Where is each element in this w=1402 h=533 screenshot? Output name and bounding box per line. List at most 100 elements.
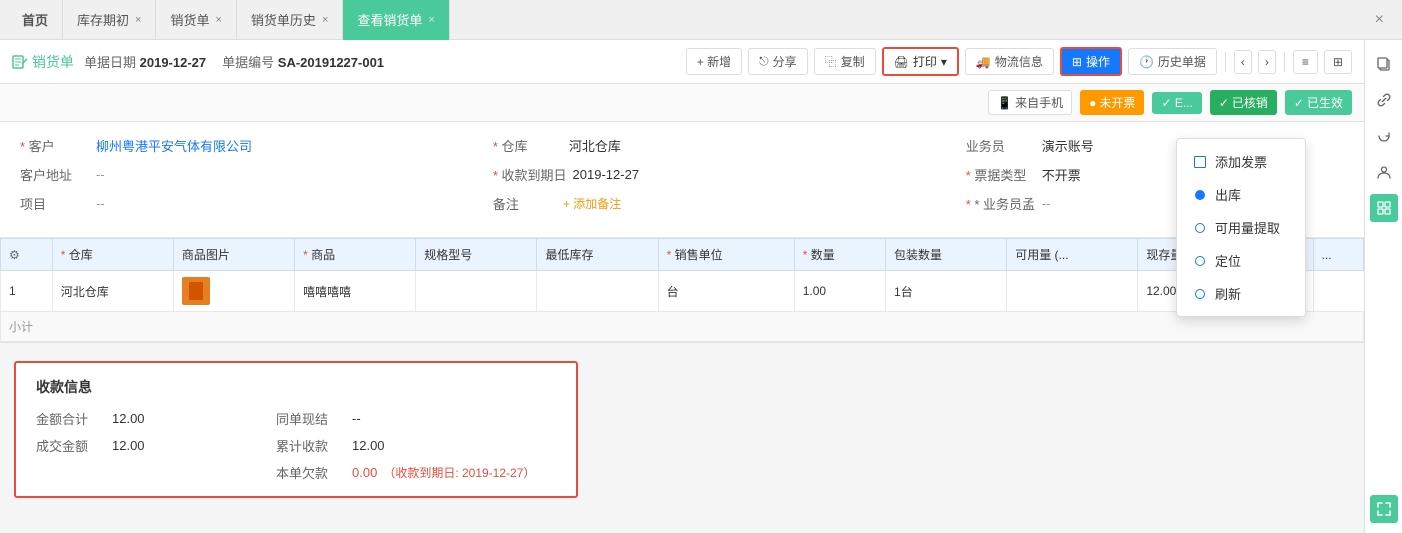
same-order-settle-label: 同单现结	[276, 409, 346, 428]
not-open-ticket-button[interactable]: ● 未开票	[1080, 90, 1144, 115]
col-product: * 商品	[295, 239, 416, 271]
cell-warehouse: 河北仓库	[52, 271, 173, 312]
outbound-label: 出库	[1215, 185, 1241, 204]
tab-home[interactable]: 首页	[8, 0, 63, 40]
right-btn-expand[interactable]	[1370, 495, 1398, 523]
grid-layout-button[interactable]: ⊞	[1324, 50, 1352, 74]
tab-view-sales[interactable]: 查看销货单 ×	[343, 0, 449, 40]
table-row: 1 河北仓库 嘻嘻嘻嘻 台 1.00 1台 12.00 0.	[1, 271, 1364, 312]
window-close-button[interactable]: ×	[1365, 11, 1394, 29]
tab-close-view[interactable]: ×	[428, 14, 434, 26]
refresh-icon	[1193, 287, 1207, 301]
copy-button[interactable]: ⿻ 复制	[814, 48, 876, 75]
locate-label: 定位	[1215, 251, 1241, 270]
available-qty-label: 可用量提取	[1215, 218, 1280, 237]
subtotal-label: 小计	[1, 312, 1364, 342]
col-unit: * 销售单位	[658, 239, 794, 271]
product-table-container: ⚙ * 仓库 商品图片 * 商品 规格型号 最低库存 * 销售单位 * 数量 包…	[0, 238, 1364, 343]
operation-icon: ⊞	[1072, 55, 1082, 69]
operation-button[interactable]: ⊞ 操作	[1060, 47, 1122, 76]
note-field: 备注 + 添加备注	[493, 194, 966, 213]
separator	[1225, 52, 1226, 72]
prev-button[interactable]: ‹	[1234, 50, 1252, 74]
sold-out-badge[interactable]: ✓ 已核销	[1210, 90, 1277, 115]
dropdown-item-available-qty[interactable]: 可用量提取	[1177, 211, 1305, 244]
share-button[interactable]: ⎋ 分享	[748, 48, 808, 75]
check-icon2: ✓	[1294, 96, 1304, 110]
doc-meta: 单据日期 2019-12-27 单据编号 SA-20191227-001	[84, 52, 384, 71]
customer-value[interactable]: 柳州粤港平安气体有限公司	[96, 136, 252, 155]
cell-min-stock	[537, 271, 658, 312]
total-amount-value: 12.00	[112, 411, 145, 426]
list-layout-button[interactable]: ≡	[1293, 50, 1318, 74]
balance-value: 0.00	[352, 465, 377, 480]
dropdown-item-add-invoice[interactable]: 添加发票	[1177, 145, 1305, 178]
col-quantity: * 数量	[794, 239, 885, 271]
cumulative-receipt-value: 12.00	[352, 438, 385, 453]
available-qty-icon	[1193, 221, 1207, 235]
history-button[interactable]: 🕐 历史单据	[1128, 48, 1217, 75]
invoice-type-label: 票据类型	[966, 165, 1036, 184]
add-invoice-icon	[1193, 155, 1207, 169]
tab-label: 查看销货单	[357, 10, 422, 29]
dropdown-item-locate[interactable]: 定位	[1177, 244, 1305, 277]
right-btn-table[interactable]	[1370, 194, 1398, 222]
cell-product-img	[173, 271, 294, 312]
employee-value: 演示账号	[1042, 136, 1094, 155]
new-button[interactable]: + 新增	[686, 48, 742, 75]
total-amount-label: 金额合计	[36, 409, 106, 428]
col-settings[interactable]: ⚙	[1, 239, 53, 271]
tab-close-inventory[interactable]: ×	[135, 14, 141, 26]
form-area: 客户 柳州粤港平安气体有限公司 仓库 河北仓库 业务员 演示账号 客户地址 --…	[0, 122, 1364, 238]
payment-title: 收款信息	[36, 377, 556, 397]
project-label: 项目	[20, 194, 90, 213]
next-button[interactable]: ›	[1258, 50, 1276, 74]
customer-label: 客户	[20, 136, 90, 155]
settings-icon[interactable]: ⚙	[9, 248, 20, 262]
right-btn-refresh[interactable]	[1370, 122, 1398, 150]
balance-note: （收款到期日: 2019-12-27）	[383, 464, 535, 481]
dropdown-item-outbound[interactable]: 出库	[1177, 178, 1305, 211]
form-row-3: 项目 -- 备注 + 添加备注 * 业务员孟 --	[20, 194, 1344, 213]
payment-row-3b: 本单欠款 0.00 （收款到期日: 2019-12-27）	[276, 463, 556, 482]
salesperson-label: * 业务员孟	[966, 194, 1036, 213]
logistics-button[interactable]: 🚚 物流信息	[965, 48, 1054, 75]
add-note-button[interactable]: + 添加备注	[563, 195, 621, 212]
dropdown-item-refresh[interactable]: 刷新	[1177, 277, 1305, 310]
check-icon: ✓	[1219, 96, 1229, 110]
project-value: --	[96, 196, 105, 211]
tab-label: 销货单历史	[251, 10, 316, 29]
tab-close-sales[interactable]: ×	[215, 14, 221, 26]
tab-sales-history[interactable]: 销货单历史 ×	[237, 0, 343, 40]
deal-amount-value: 12.00	[112, 438, 145, 453]
print-icon: 🖨	[894, 55, 909, 69]
locate-icon	[1193, 254, 1207, 268]
cell-no: 1	[1, 271, 53, 312]
cell-pack-qty: 1台	[886, 271, 1007, 312]
table-header-row: ⚙ * 仓库 商品图片 * 商品 规格型号 最低库存 * 销售单位 * 数量 包…	[1, 239, 1364, 271]
payment-row-1a: 金额合计 12.00	[36, 409, 276, 428]
from-phone-button[interactable]: 📱 来自手机	[988, 90, 1072, 115]
note-label: 备注	[493, 194, 563, 213]
col-warehouse: * 仓库	[52, 239, 173, 271]
col-min-stock: 最低库存	[537, 239, 658, 271]
tab-sales-order[interactable]: 销货单 ×	[156, 0, 236, 40]
outbound-icon	[1193, 188, 1207, 202]
warehouse-field: 仓库 河北仓库	[493, 136, 966, 155]
print-button[interactable]: 🖨 打印 ▾	[882, 47, 959, 76]
doc-no-text: 单据编号 SA-20191227-001	[222, 52, 384, 71]
right-btn-link[interactable]	[1370, 86, 1398, 114]
same-order-settle-value: --	[352, 411, 361, 426]
tab-inventory-init[interactable]: 库存期初 ×	[63, 0, 156, 40]
right-btn-user[interactable]	[1370, 158, 1398, 186]
cell-quantity: 1.00	[794, 271, 885, 312]
effective-badge[interactable]: ✓ 已生效	[1285, 90, 1352, 115]
warehouse-label: 仓库	[493, 136, 563, 155]
payment-row-2a: 成交金额 12.00	[36, 436, 276, 455]
tab-close-history[interactable]: ×	[322, 14, 328, 26]
tab-label: 库存期初	[77, 10, 129, 29]
right-btn-copy[interactable]	[1370, 50, 1398, 78]
confirm-button[interactable]: ✓ E...	[1152, 92, 1201, 114]
project-field: 项目 --	[20, 194, 493, 213]
address-label: 客户地址	[20, 165, 90, 184]
